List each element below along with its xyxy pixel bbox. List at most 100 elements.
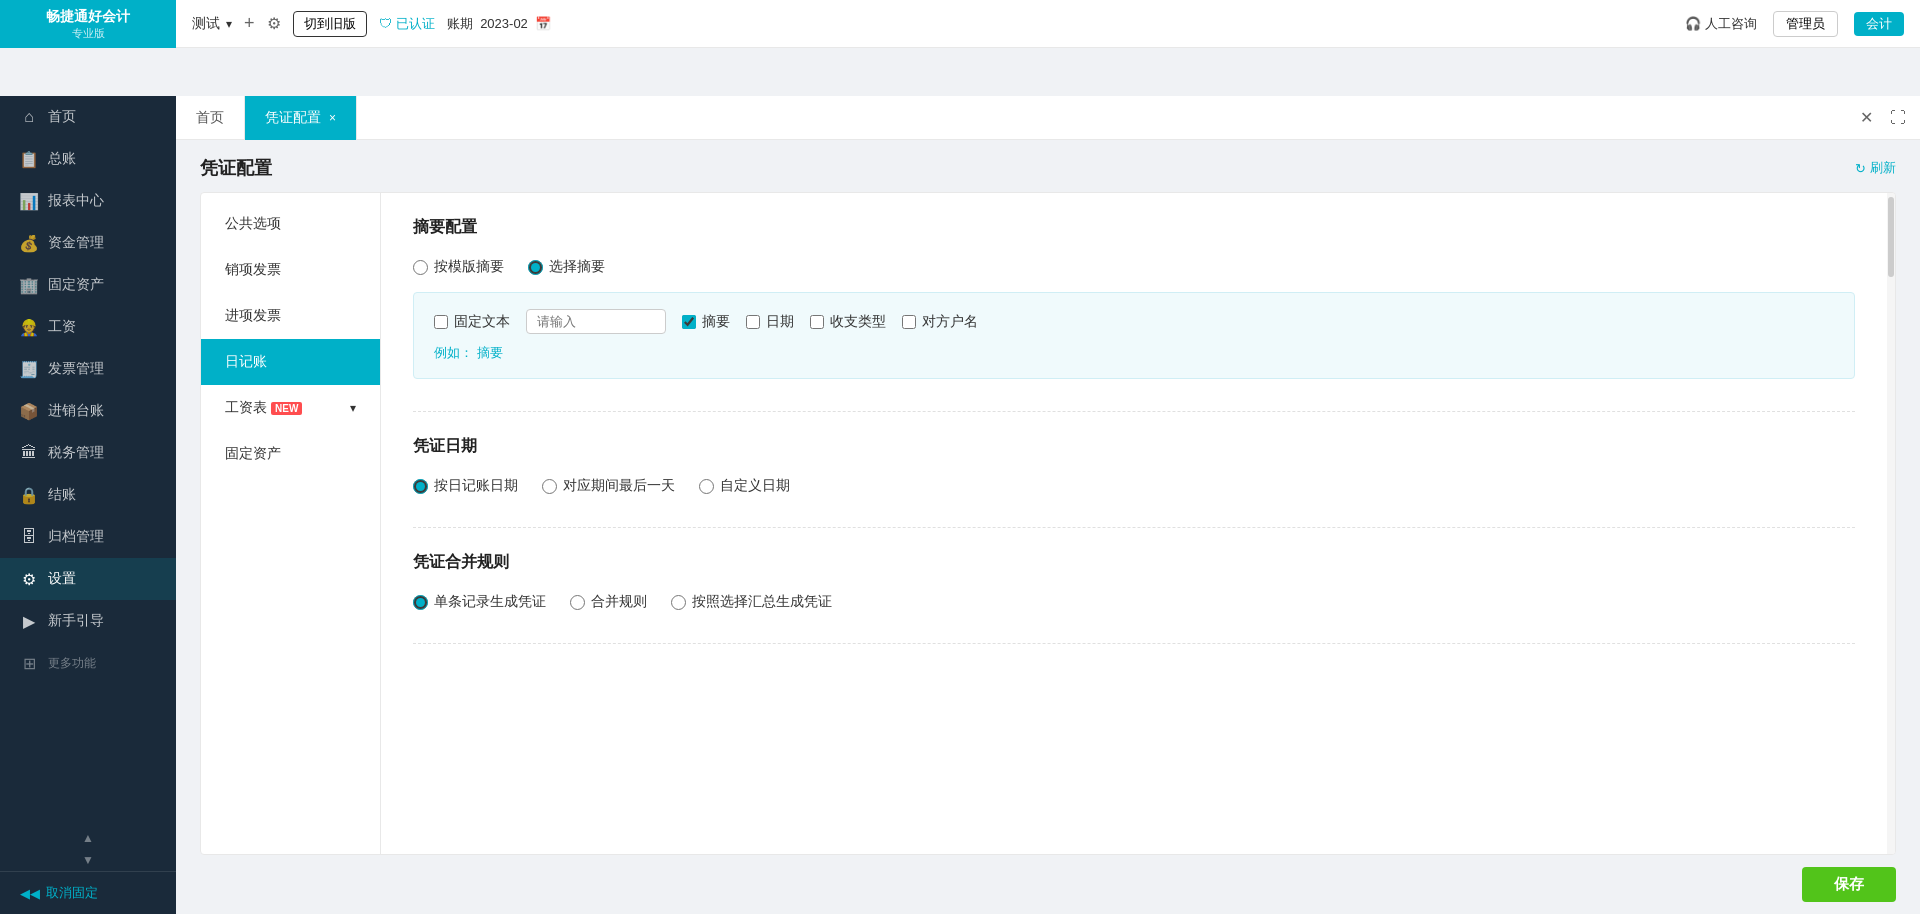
radio-journal-date[interactable]: 按日记账日期 (413, 477, 518, 495)
radio-by-template-input[interactable] (413, 260, 428, 275)
radio-custom-date[interactable]: 自定义日期 (699, 477, 790, 495)
archive-icon: 🗄 (20, 528, 38, 546)
sidebar-item-tax[interactable]: 🏛 税务管理 (0, 432, 176, 474)
sidebar-item-salary[interactable]: 👷 工资 (0, 306, 176, 348)
checkbox-counterparty[interactable]: 对方户名 (902, 313, 978, 331)
manager-button[interactable]: 管理员 (1773, 11, 1838, 37)
sidebar-scroll-up[interactable]: ▲ (0, 827, 176, 849)
checkbox-abstract-input[interactable] (682, 315, 696, 329)
config-nav-public[interactable]: 公共选项 (201, 201, 380, 247)
ledger-icon: 📋 (20, 150, 38, 168)
cancel-fixed-button[interactable]: ◀◀ 取消固定 (0, 871, 176, 914)
tab-expand-icon[interactable]: ⛶ (1884, 104, 1912, 132)
salary-icon: 👷 (20, 318, 38, 336)
radio-select-abstract-input[interactable] (528, 260, 543, 275)
abstract-options-row: 按模版摘要 选择摘要 (413, 258, 1855, 276)
settings-icon: ⚙ (20, 570, 38, 588)
consult-button[interactable]: 🎧 人工咨询 (1685, 15, 1757, 33)
radio-select-abstract[interactable]: 选择摘要 (528, 258, 605, 276)
tab-voucher-config[interactable]: 凭证配置 × (245, 96, 357, 140)
radio-by-selection-input[interactable] (671, 595, 686, 610)
sidebar-item-invoice[interactable]: 🧾 发票管理 (0, 348, 176, 390)
checkbox-counterparty-input[interactable] (902, 315, 916, 329)
accountant-button[interactable]: 会计 (1854, 12, 1904, 36)
gear-icon[interactable]: ⚙ (267, 14, 281, 33)
radio-by-template[interactable]: 按模版摘要 (413, 258, 504, 276)
certified-badge: 🛡 已认证 (379, 15, 435, 33)
tab-close-icon[interactable]: ✕ (1852, 104, 1880, 132)
home-icon: ⌂ (20, 108, 38, 126)
config-nav-payroll[interactable]: 工资表 NEW ▾ (201, 385, 380, 431)
abstract-label: 摘要 (702, 313, 730, 331)
config-nav-sales-invoice[interactable]: 销项发票 (201, 247, 380, 293)
radio-merge-rule[interactable]: 合并规则 (570, 593, 647, 611)
sidebar-scroll-down[interactable]: ▼ (0, 849, 176, 871)
tab-home-label: 首页 (196, 109, 224, 127)
radio-period-last-day[interactable]: 对应期间最后一天 (542, 477, 675, 495)
radio-journal-date-input[interactable] (413, 479, 428, 494)
voucher-date-section: 凭证日期 按日记账日期 对应期间最后一天 (413, 436, 1855, 495)
abstract-section-title: 摘要配置 (413, 217, 1855, 238)
checkbox-fixed-text-input[interactable] (434, 315, 448, 329)
config-nav-fixed-assets[interactable]: 固定资产 (201, 431, 380, 477)
sidebar-item-close[interactable]: 🔒 结账 (0, 474, 176, 516)
config-nav-journal[interactable]: 日记账 (201, 339, 380, 385)
radio-custom-date-input[interactable] (699, 479, 714, 494)
new-badge: NEW (271, 402, 302, 415)
checkbox-abstract[interactable]: 摘要 (682, 313, 730, 331)
sidebar-item-label: 进销台账 (48, 402, 104, 420)
fixed-text-input[interactable] (526, 309, 666, 334)
checkbox-payment-type-input[interactable] (810, 315, 824, 329)
merge-rules-options-row: 单条记录生成凭证 合并规则 按照选择汇总生成凭证 (413, 593, 1855, 611)
sidebar-item-sales[interactable]: 📦 进销台账 (0, 390, 176, 432)
sidebar-item-ledger[interactable]: 📋 总账 (0, 138, 176, 180)
tab-home[interactable]: 首页 (176, 96, 245, 140)
config-scrollbar[interactable] (1887, 193, 1895, 854)
checkbox-date[interactable]: 日期 (746, 313, 794, 331)
checkbox-date-input[interactable] (746, 315, 760, 329)
abstract-example: 例如： 摘要 (434, 344, 1834, 362)
sidebar-item-home[interactable]: ⌂ 首页 (0, 96, 176, 138)
content-area: 首页 凭证配置 × ✕ ⛶ 凭证配置 ↻ 刷新 (176, 96, 1920, 914)
radio-merge-rule-input[interactable] (570, 595, 585, 610)
switch-old-button[interactable]: 切到旧版 (293, 11, 367, 37)
sidebar-item-label: 报表中心 (48, 192, 104, 210)
logo-sub: 专业版 (46, 26, 130, 41)
checkbox-payment-type[interactable]: 收支类型 (810, 313, 886, 331)
tax-icon: 🏛 (20, 444, 38, 462)
tab-voucher-config-label: 凭证配置 (265, 109, 321, 127)
example-prefix: 例如： (434, 345, 473, 360)
divider-1 (413, 411, 1855, 412)
close-period-icon: 🔒 (20, 486, 38, 504)
merge-rules-section: 凭证合并规则 单条记录生成凭证 合并规则 (413, 552, 1855, 611)
sidebar-item-reports[interactable]: 📊 报表中心 (0, 180, 176, 222)
sidebar-item-capital[interactable]: 💰 资金管理 (0, 222, 176, 264)
checkbox-fixed-text[interactable]: 固定文本 (434, 313, 510, 331)
scrollbar-thumb (1888, 197, 1894, 277)
sidebar-item-settings[interactable]: ⚙ 设置 (0, 558, 176, 600)
radio-single-input[interactable] (413, 595, 428, 610)
sidebar-item-label: 结账 (48, 486, 76, 504)
config-nav-purchase-invoice[interactable]: 进项发票 (201, 293, 380, 339)
sidebar-item-guide[interactable]: ▶ 新手引导 (0, 600, 176, 642)
sidebar-item-assets[interactable]: 🏢 固定资产 (0, 264, 176, 306)
sidebar-item-more[interactable]: ⊞ 更多功能 (0, 642, 176, 684)
radio-single[interactable]: 单条记录生成凭证 (413, 593, 546, 611)
topbar: 畅捷通好会计 专业版 测试 ▾ + ⚙ 切到旧版 🛡 已认证 账期 2023-0… (0, 0, 1920, 48)
calendar-icon[interactable]: 📅 (535, 16, 551, 31)
radio-select-abstract-label: 选择摘要 (549, 258, 605, 276)
refresh-button[interactable]: ↻ 刷新 (1855, 159, 1896, 177)
save-bar: 保存 (176, 855, 1920, 914)
abstract-options-inner-row: 固定文本 摘要 日期 (434, 309, 1834, 334)
sidebar-scroll: ⌂ 首页 📋 总账 📊 报表中心 💰 资金管理 🏢 固定资产 👷 工资 (0, 96, 176, 827)
date-label: 日期 (766, 313, 794, 331)
fixed-text-label: 固定文本 (454, 313, 510, 331)
project-selector[interactable]: 测试 ▾ (192, 15, 232, 33)
tab-close-button[interactable]: × (329, 111, 336, 125)
radio-by-selection[interactable]: 按照选择汇总生成凭证 (671, 593, 832, 611)
save-button[interactable]: 保存 (1802, 867, 1896, 902)
sidebar-item-archive[interactable]: 🗄 归档管理 (0, 516, 176, 558)
refresh-icon: ↻ (1855, 161, 1866, 176)
add-icon[interactable]: + (244, 13, 255, 34)
radio-period-last-day-input[interactable] (542, 479, 557, 494)
